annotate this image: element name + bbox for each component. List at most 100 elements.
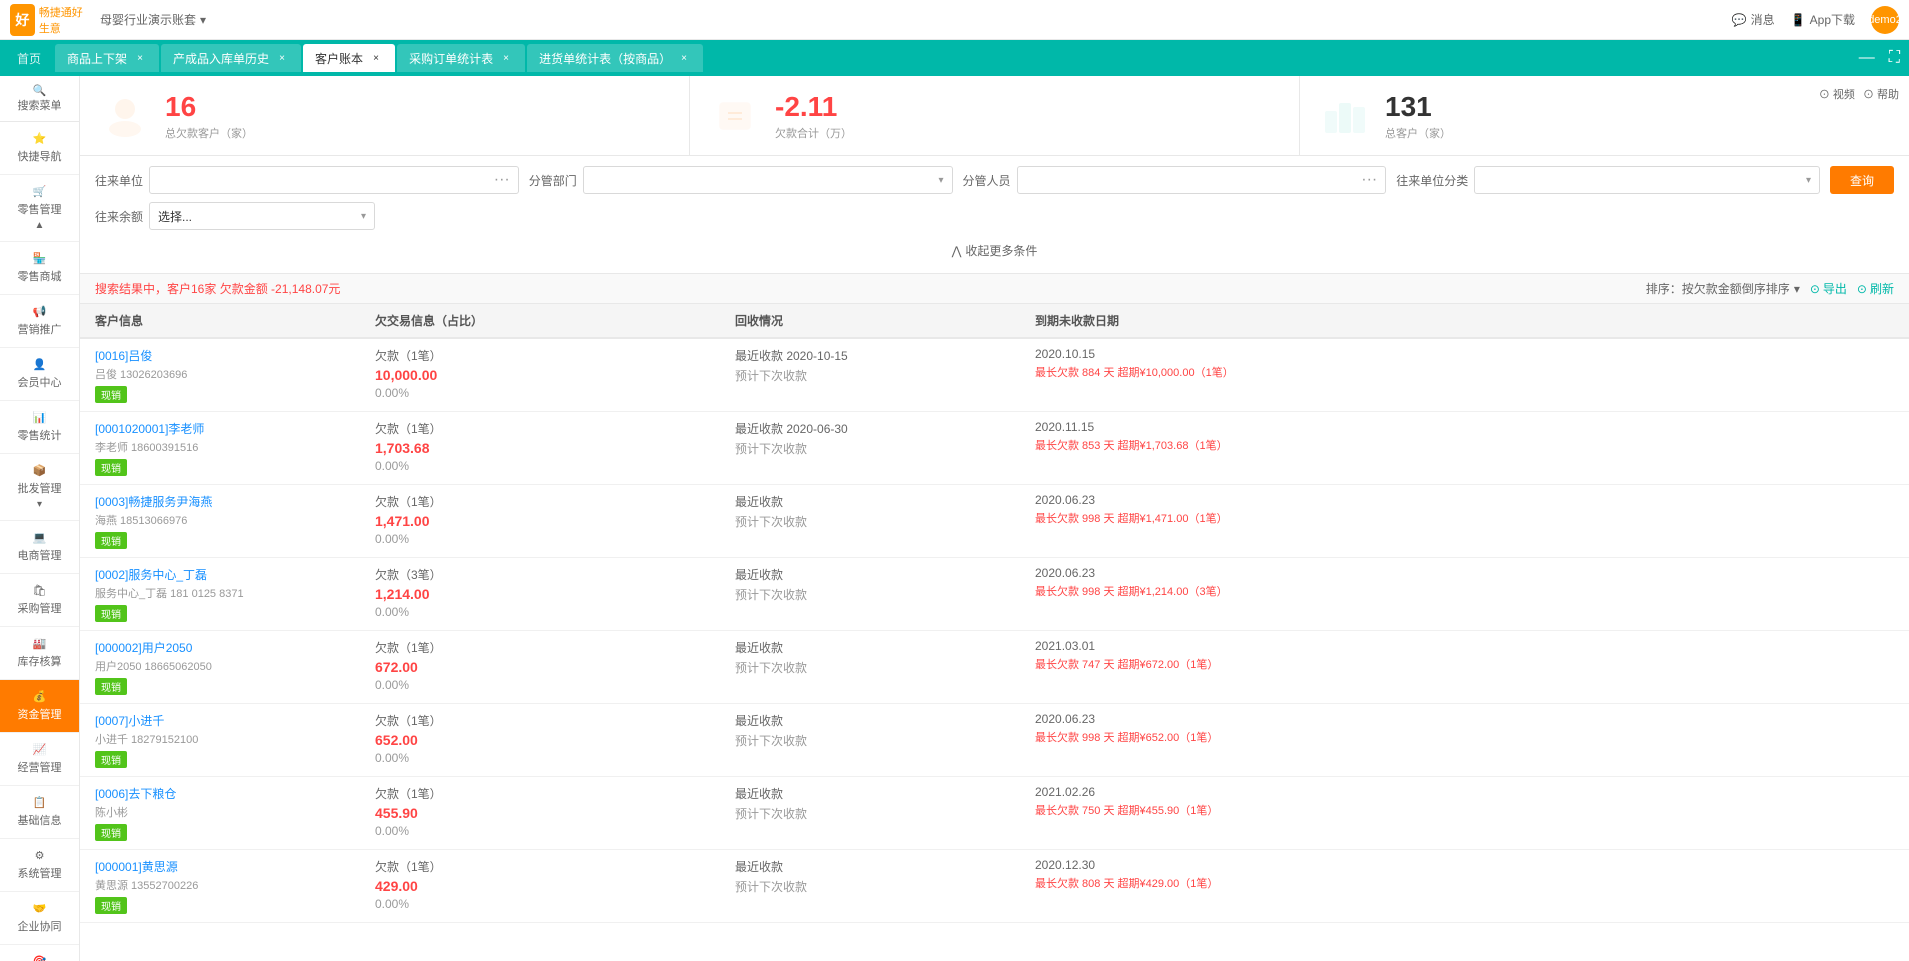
customer-info-col: [0007]小进千 小进千 18279152100 现销 <box>95 712 375 768</box>
manager-label: 分管人员 <box>963 172 1011 189</box>
tab-inbound-stats[interactable]: 进货单统计表（按商品） × <box>527 44 703 72</box>
customer-tag: 现销 <box>95 605 127 622</box>
tab-home[interactable]: 首页 <box>5 44 53 72</box>
overdue-info[interactable]: 最长欠款 750 天 超期¥455.90（1笔） <box>1035 802 1894 818</box>
video-button[interactable]: ⊙ 视频 <box>1819 86 1855 102</box>
customer-name-link[interactable]: [000001]黄思源 <box>95 858 375 875</box>
tab-production-history[interactable]: 产成品入库单历史 × <box>161 44 301 72</box>
debt-ratio: 0.00% <box>375 532 735 546</box>
recovery-next: 预计下次收款 <box>735 805 1035 822</box>
tab-inbound-stats-close[interactable]: × <box>677 51 691 65</box>
tab-customer-account[interactable]: 客户账本 × <box>303 44 395 72</box>
overdue-info[interactable]: 最长欠款 998 天 超期¥652.00（1笔） <box>1035 729 1894 745</box>
overdue-info[interactable]: 最长欠款 853 天 超期¥1,703.68（1笔） <box>1035 437 1894 453</box>
due-date: 2020.11.15 <box>1035 420 1894 434</box>
sidebar-item-finance-mgmt[interactable]: 💰 资金管理 <box>0 680 79 733</box>
collapse-button[interactable]: ⋀ 收起更多条件 <box>95 238 1894 263</box>
due-date: 2020.06.23 <box>1035 566 1894 580</box>
sidebar-item-retail-store[interactable]: 🏪 零售商城 <box>0 242 79 295</box>
user-avatar-area[interactable]: demo2 <box>1871 6 1899 34</box>
dept-select[interactable]: ▾ <box>583 166 953 194</box>
debt-amount: 429.00 <box>375 878 735 894</box>
sidebar-item-member-center[interactable]: 👤 会员中心 <box>0 348 79 401</box>
sort-selector[interactable]: 排序：按欠款金额倒序排序 ▾ <box>1646 280 1800 297</box>
customer-name-link[interactable]: [000002]用户2050 <box>95 639 375 656</box>
from-unit-input[interactable]: ··· <box>149 166 519 194</box>
table-row: [0003]畅捷服务尹海燕 海燕 18513066976 现销 欠款（1笔） 1… <box>80 485 1909 558</box>
balance-select[interactable]: 选择... ▾ <box>149 202 375 230</box>
due-date-col: 2020.06.23 最长欠款 998 天 超期¥1,471.00（1笔） <box>1035 493 1894 526</box>
stat-icon-total-customers <box>1320 91 1370 141</box>
balance-select-placeholder: 选择... <box>158 208 192 225</box>
tab-purchase-order[interactable]: 采购订单统计表 × <box>397 44 525 72</box>
recovery-latest: 最近收款 <box>735 785 1035 802</box>
customer-name-link[interactable]: [0007]小进千 <box>95 712 375 729</box>
export-button[interactable]: ⊙ 导出 <box>1810 280 1847 297</box>
due-date-col: 2020.10.15 最长欠款 884 天 超期¥10,000.00（1笔） <box>1035 347 1894 380</box>
sidebar-item-operations-mgmt[interactable]: 📈 经营管理 <box>0 733 79 786</box>
customer-name-link[interactable]: [0016]吕俊 <box>95 347 375 364</box>
refresh-button[interactable]: ⊙ 刷新 <box>1857 280 1894 297</box>
refresh-label: 刷新 <box>1870 280 1894 297</box>
query-button[interactable]: 查询 <box>1830 166 1894 194</box>
overdue-info[interactable]: 最长欠款 747 天 超期¥672.00（1笔） <box>1035 656 1894 672</box>
overdue-info[interactable]: 最长欠款 998 天 超期¥1,471.00（1笔） <box>1035 510 1894 526</box>
app-download-label: App下载 <box>1810 11 1855 28</box>
tab-product-shelf[interactable]: 商品上下架 × <box>55 44 159 72</box>
unit-category-select[interactable]: ▾ <box>1474 166 1820 194</box>
tab-minimize-icon[interactable]: — <box>1855 49 1879 67</box>
sidebar-item-system-mgmt[interactable]: ⚙ 系统管理 <box>0 839 79 892</box>
overdue-info[interactable]: 最长欠款 884 天 超期¥10,000.00（1笔） <box>1035 364 1894 380</box>
tab-customer-account-close[interactable]: × <box>369 51 383 65</box>
results-actions: 排序：按欠款金额倒序排序 ▾ ⊙ 导出 ⊙ 刷新 <box>1646 280 1894 297</box>
sidebar-item-quick-nav[interactable]: ⭐ 快捷导航 <box>0 122 79 175</box>
export-label: 导出 <box>1823 280 1847 297</box>
recovery-latest: 最近收款 <box>735 639 1035 656</box>
debt-ratio: 0.00% <box>375 605 735 619</box>
customer-name-link[interactable]: [0003]畅捷服务尹海燕 <box>95 493 375 510</box>
tab-production-history-label: 产成品入库单历史 <box>173 50 269 67</box>
tab-production-history-close[interactable]: × <box>275 51 289 65</box>
customer-name-link[interactable]: [0006]去下粮仓 <box>95 785 375 802</box>
org-selector[interactable]: 母婴行业演示账套 ▾ <box>100 11 210 28</box>
sidebar-item-inventory[interactable]: 🏭 库存核算 <box>0 627 79 680</box>
tab-purchase-order-close[interactable]: × <box>499 51 513 65</box>
stat-icon-customers <box>100 91 150 141</box>
debt-info-col: 欠款（1笔） 672.00 0.00% <box>375 639 735 692</box>
filter-item-from-unit: 往来单位 ··· <box>95 166 519 194</box>
app-download-button[interactable]: 📱 App下载 <box>1791 11 1855 28</box>
customer-name-link[interactable]: [0001020001]李老师 <box>95 420 375 437</box>
debt-info-col: 欠款（1笔） 652.00 0.00% <box>375 712 735 765</box>
from-unit-input-dots: ··· <box>494 171 510 189</box>
filter-item-manager: 分管人员 ··· <box>963 166 1387 194</box>
sidebar-item-newbie-guide[interactable]: 🎯 新手引导 <box>0 945 79 961</box>
tab-bar-end: — ⛶ <box>1855 49 1904 67</box>
recovery-col: 最近收款 预计下次收款 <box>735 858 1035 895</box>
sidebar-item-retail-stats[interactable]: 📊 零售统计 <box>0 401 79 454</box>
due-date: 2020.12.30 <box>1035 858 1894 872</box>
header-recovery: 回收情况 <box>735 312 1035 329</box>
table-header: 客户信息 欠交易信息（占比） 回收情况 到期未收款日期 <box>80 304 1909 339</box>
recovery-next: 预计下次收款 <box>735 586 1035 603</box>
tab-inbound-stats-label: 进货单统计表（按商品） <box>539 50 671 67</box>
filter-item-balance: 往来余额 选择... ▾ <box>95 202 375 230</box>
sidebar-item-marketing[interactable]: 📢 营销推广 <box>0 295 79 348</box>
sidebar-item-ecommerce-mgmt[interactable]: 💻 电商管理 <box>0 521 79 574</box>
tab-expand-icon[interactable]: ⛶ <box>1885 49 1904 67</box>
sidebar-search[interactable]: 🔍 搜索菜单 <box>0 76 79 122</box>
message-button[interactable]: 💬 消息 <box>1732 11 1775 28</box>
sidebar-item-basic-info[interactable]: 📋 基础信息 <box>0 786 79 839</box>
due-date-col: 2020.12.30 最长欠款 808 天 超期¥429.00（1笔） <box>1035 858 1894 891</box>
help-button[interactable]: ⊙ 帮助 <box>1863 86 1899 102</box>
tab-product-shelf-close[interactable]: × <box>133 51 147 65</box>
due-date: 2021.03.01 <box>1035 639 1894 653</box>
manager-input[interactable]: ··· <box>1017 166 1387 194</box>
sidebar-item-batch-mgmt[interactable]: 📦 批发管理 ▾ <box>0 454 79 521</box>
customer-name-link[interactable]: [0002]服务中心_丁磊 <box>95 566 375 583</box>
recovery-next: 预计下次收款 <box>735 878 1035 895</box>
overdue-info[interactable]: 最长欠款 808 天 超期¥429.00（1笔） <box>1035 875 1894 891</box>
overdue-info[interactable]: 最长欠款 998 天 超期¥1,214.00（3笔） <box>1035 583 1894 599</box>
sidebar-item-retail-mgmt[interactable]: 🛒 零售管理 ▲ <box>0 175 79 242</box>
sidebar-item-purchase-mgmt[interactable]: 🛍 采购管理 <box>0 574 79 627</box>
sidebar-item-enterprise-collab[interactable]: 🤝 企业协同 <box>0 892 79 945</box>
